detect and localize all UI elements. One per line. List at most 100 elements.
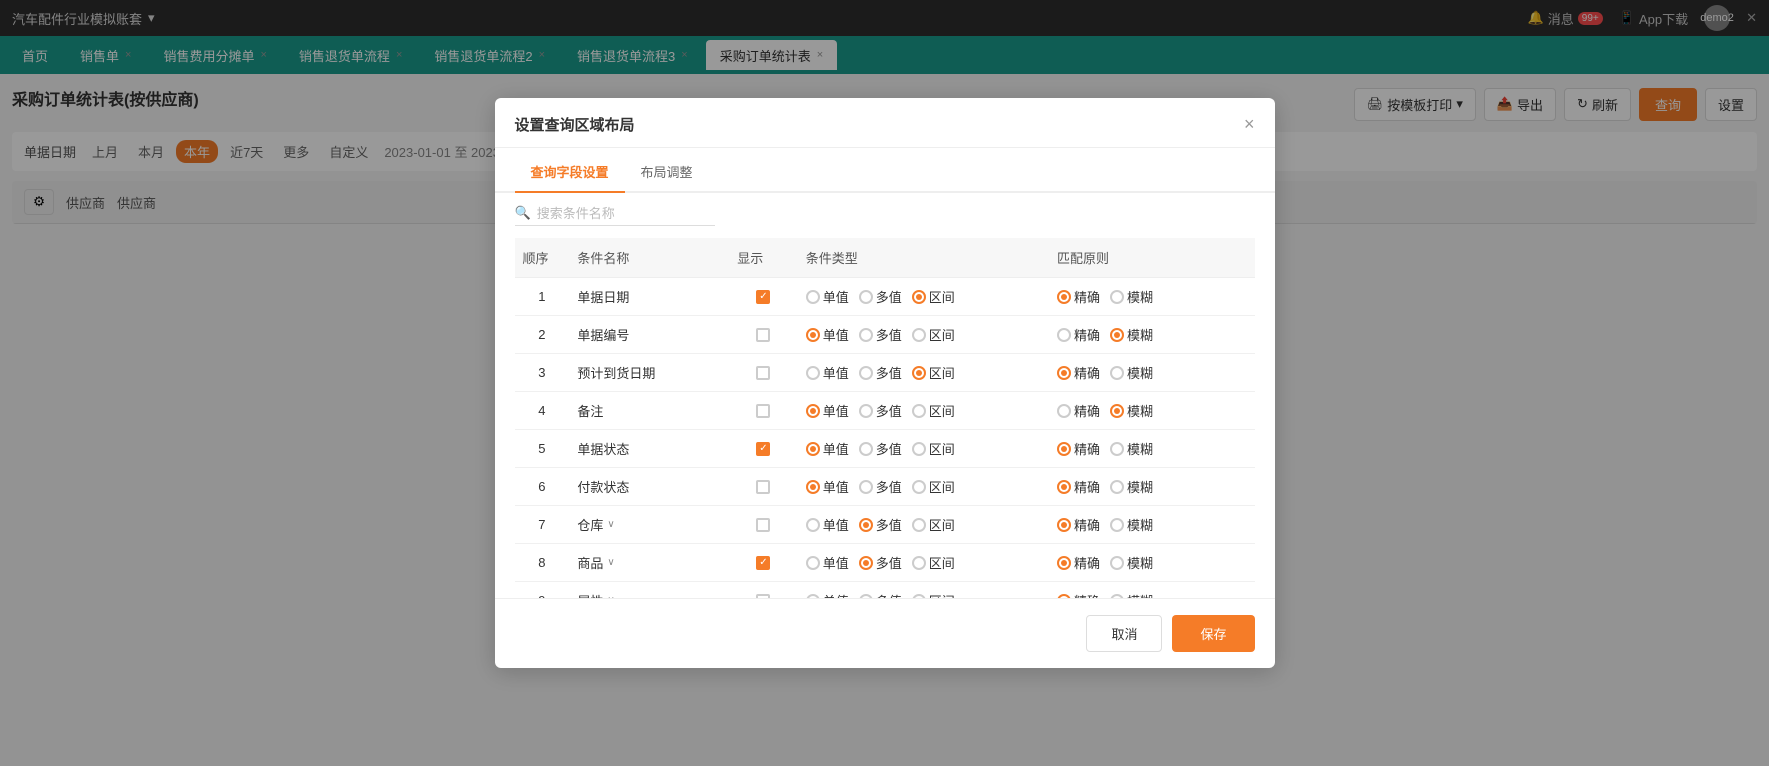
search-box: 🔍 <box>515 205 715 226</box>
field-show-cell <box>729 354 798 392</box>
type-option-multi[interactable]: 多值 <box>859 553 902 572</box>
match-option-exact[interactable]: 精确 <box>1057 401 1100 420</box>
type-option-multi[interactable]: 多值 <box>859 515 902 534</box>
match-option-fuzzy[interactable]: 模糊 <box>1110 515 1153 534</box>
expand-icon[interactable]: ∨ <box>607 557 614 568</box>
match-option-fuzzy[interactable]: 模糊 <box>1110 553 1153 572</box>
type-option-single[interactable]: 单值 <box>806 401 849 420</box>
field-show-cell: ✓ <box>729 544 798 582</box>
match-option-fuzzy[interactable]: 模糊 <box>1110 325 1153 344</box>
type-option-range[interactable]: 区间 <box>912 287 955 306</box>
type-option-multi[interactable]: 多值 <box>859 287 902 306</box>
field-show-checkbox[interactable] <box>756 518 770 532</box>
field-show-checkbox[interactable] <box>756 328 770 342</box>
field-order: 8 <box>515 544 570 582</box>
type-option-multi[interactable]: 多值 <box>859 439 902 458</box>
match-option-fuzzy[interactable]: 模糊 <box>1110 439 1153 458</box>
field-match-cell: 精确模糊 <box>1049 468 1255 506</box>
match-option-fuzzy[interactable]: 模糊 <box>1110 287 1153 306</box>
field-match-cell: 精确 模糊 <box>1049 582 1255 599</box>
type-option-single[interactable]: 单值 <box>806 515 849 534</box>
dialog-close-button[interactable]: × <box>1244 114 1255 135</box>
field-type-cell: 单值 多值 区间 <box>798 582 1049 599</box>
field-show-checkbox[interactable]: ✓ <box>756 556 770 570</box>
field-order: 2 <box>515 316 570 354</box>
field-name: 预计到货日期 <box>569 354 729 392</box>
field-show-checkbox[interactable]: ✓ <box>756 442 770 456</box>
type-option-range[interactable]: 区间 <box>912 591 955 598</box>
field-type-cell: 单值多值区间 <box>798 278 1049 316</box>
field-name: 付款状态 <box>569 468 729 506</box>
field-name: 商品∨ <box>569 544 729 582</box>
dialog-tab-fields[interactable]: 查询字段设置 <box>515 152 625 193</box>
type-option-single[interactable]: 单值 <box>806 439 849 458</box>
type-option-single[interactable]: 单值 <box>806 591 849 598</box>
match-option-exact[interactable]: 精确 <box>1057 591 1100 598</box>
match-option-fuzzy[interactable]: 模糊 <box>1110 477 1153 496</box>
field-match-cell: 精确模糊 <box>1049 354 1255 392</box>
field-show-checkbox[interactable] <box>756 366 770 380</box>
field-match-cell: 精确模糊 <box>1049 278 1255 316</box>
field-order: 6 <box>515 468 570 506</box>
match-option-exact[interactable]: 精确 <box>1057 287 1100 306</box>
type-option-multi[interactable]: 多值 <box>859 363 902 382</box>
field-order: 4 <box>515 392 570 430</box>
field-show-cell <box>729 468 798 506</box>
type-option-multi[interactable]: 多值 <box>859 477 902 496</box>
table-row: 2单据编号单值多值区间精确模糊 <box>515 316 1255 354</box>
type-option-range[interactable]: 区间 <box>912 515 955 534</box>
field-order: 9 <box>515 582 570 599</box>
type-option-multi[interactable]: 多值 <box>859 591 902 598</box>
dialog-tab-bar: 查询字段设置 布局调整 <box>495 152 1275 193</box>
field-name: 仓库∨ <box>569 506 729 544</box>
table-row: 5单据状态 ✓ 单值多值区间 精确模糊 <box>515 430 1255 468</box>
table-row: 9属性∨ 单值 多值 区间 精确 模糊 <box>515 582 1255 599</box>
match-option-fuzzy[interactable]: 模糊 <box>1110 401 1153 420</box>
type-option-range[interactable]: 区间 <box>912 363 955 382</box>
type-option-single[interactable]: 单值 <box>806 477 849 496</box>
field-show-cell: ✓ <box>729 430 798 468</box>
match-option-exact[interactable]: 精确 <box>1057 477 1100 496</box>
field-show-checkbox[interactable]: ✓ <box>756 290 770 304</box>
match-option-exact[interactable]: 精确 <box>1057 553 1100 572</box>
cancel-button[interactable]: 取消 <box>1086 615 1162 652</box>
field-match-cell: 精确模糊 <box>1049 544 1255 582</box>
field-match-cell: 精确模糊 <box>1049 316 1255 354</box>
match-option-exact[interactable]: 精确 <box>1057 515 1100 534</box>
th-name: 条件名称 <box>569 238 729 278</box>
type-option-multi[interactable]: 多值 <box>859 325 902 344</box>
table-header-row: 顺序 条件名称 显示 条件类型 匹配原则 <box>515 238 1255 278</box>
match-option-exact[interactable]: 精确 <box>1057 439 1100 458</box>
field-name: 属性∨ <box>569 582 729 599</box>
expand-icon[interactable]: ∨ <box>607 519 614 530</box>
field-name: 单据日期 <box>569 278 729 316</box>
th-type: 条件类型 <box>798 238 1049 278</box>
field-order: 5 <box>515 430 570 468</box>
field-show-checkbox[interactable] <box>756 480 770 494</box>
field-show-cell: ✓ <box>729 278 798 316</box>
dialog-tab-layout[interactable]: 布局调整 <box>625 152 709 193</box>
field-type-cell: 单值多值区间 <box>798 544 1049 582</box>
field-name: 单据状态 <box>569 430 729 468</box>
type-option-single[interactable]: 单值 <box>806 325 849 344</box>
type-option-range[interactable]: 区间 <box>912 553 955 572</box>
match-option-fuzzy[interactable]: 模糊 <box>1110 363 1153 382</box>
type-option-range[interactable]: 区间 <box>912 401 955 420</box>
field-show-checkbox[interactable] <box>756 404 770 418</box>
field-type-cell: 单值多值区间 <box>798 392 1049 430</box>
field-match-cell: 精确模糊 <box>1049 392 1255 430</box>
match-option-exact[interactable]: 精确 <box>1057 363 1100 382</box>
table-row: 3预计到货日期单值多值区间精确模糊 <box>515 354 1255 392</box>
type-option-range[interactable]: 区间 <box>912 439 955 458</box>
match-option-exact[interactable]: 精确 <box>1057 325 1100 344</box>
type-option-single[interactable]: 单值 <box>806 363 849 382</box>
type-option-range[interactable]: 区间 <box>912 477 955 496</box>
type-option-single[interactable]: 单值 <box>806 553 849 572</box>
type-option-multi[interactable]: 多值 <box>859 401 902 420</box>
save-button[interactable]: 保存 <box>1172 615 1254 652</box>
type-option-single[interactable]: 单值 <box>806 287 849 306</box>
match-option-fuzzy[interactable]: 模糊 <box>1110 591 1153 598</box>
search-input[interactable] <box>537 206 715 221</box>
type-option-range[interactable]: 区间 <box>912 325 955 344</box>
fields-table: 顺序 条件名称 显示 条件类型 匹配原则 1单据日期✓单值多值区间精确模糊2单据… <box>515 238 1255 598</box>
